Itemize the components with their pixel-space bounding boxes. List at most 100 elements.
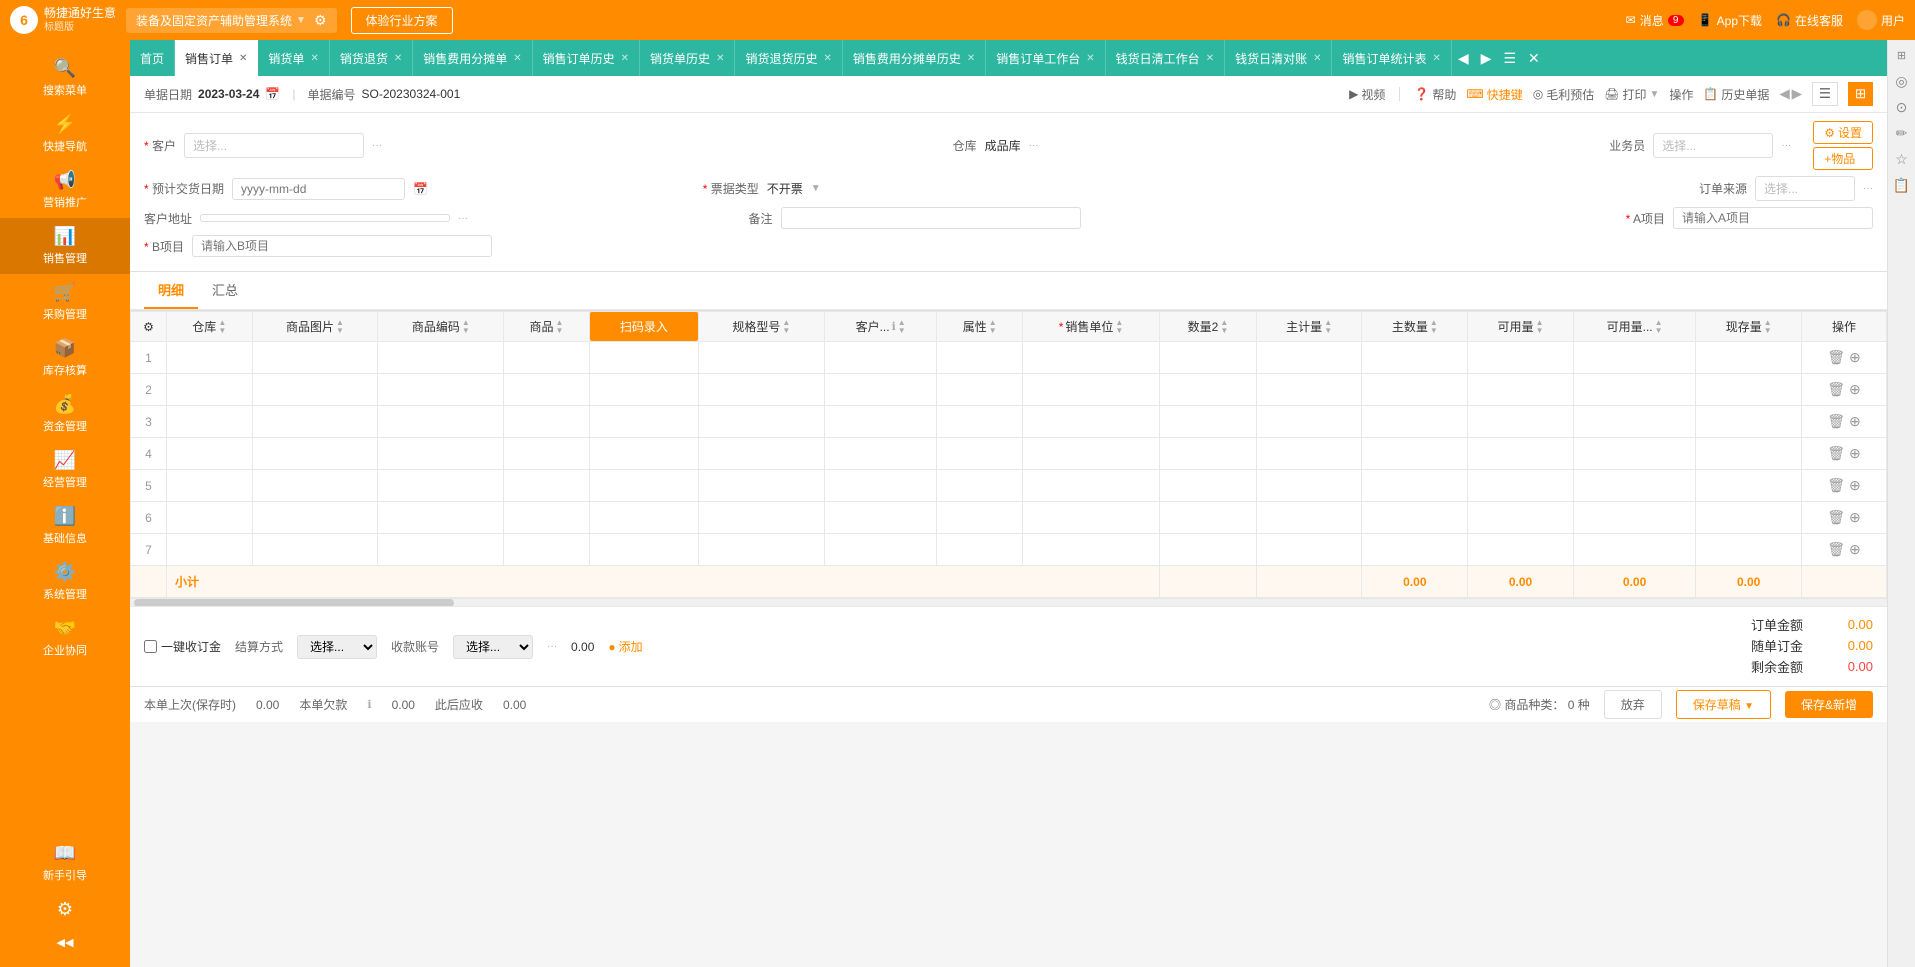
address-more[interactable]: ··· (458, 213, 468, 224)
tab-sales-order[interactable]: 销售订单 ✕ (175, 40, 258, 76)
tab-reconcile[interactable]: 钱货日清对账 ✕ (1225, 40, 1332, 76)
account-more[interactable]: ··· (547, 641, 557, 652)
panel-btn-3[interactable]: ⊙ (1891, 96, 1913, 118)
delete-icon[interactable]: 🗑 (1827, 413, 1845, 430)
order-source-input[interactable]: 选择... (1755, 176, 1855, 201)
sidebar-item-inventory[interactable]: 📦 库存核算 (0, 330, 130, 386)
tab-menu-button[interactable]: ☰ (1497, 40, 1522, 76)
customer-more[interactable]: ··· (372, 140, 382, 151)
tab-slip-history[interactable]: 销货单历史 ✕ (640, 40, 735, 76)
next-record-button[interactable]: ▶ (1792, 86, 1802, 102)
panel-btn-2[interactable]: ◎ (1891, 70, 1913, 92)
operate-button[interactable]: 操作 (1669, 86, 1693, 103)
sidebar-item-operations[interactable]: 📈 经营管理 (0, 442, 130, 498)
tab-next-button[interactable]: ▶ (1475, 40, 1498, 76)
sort-icon[interactable]: ▲▼ (1764, 319, 1772, 335)
sidebar-item-purchase[interactable]: 🛒 采购管理 (0, 274, 130, 330)
tab-daily-clear[interactable]: 钱货日清工作台 ✕ (1106, 40, 1225, 76)
close-icon[interactable]: ✕ (823, 53, 831, 64)
sidebar-item-enterprise[interactable]: 🤝 企业协同 (0, 610, 130, 666)
close-icon[interactable]: ✕ (513, 53, 521, 64)
sort-icon[interactable]: ▲▼ (556, 319, 564, 335)
tab-expense-split[interactable]: 销售费用分摊单 ✕ (413, 40, 532, 76)
calendar-icon[interactable]: 📅 (265, 87, 280, 101)
tab-stats[interactable]: 销售订单统计表 ✕ (1332, 40, 1451, 76)
form-view-button[interactable]: ⊞ (1848, 82, 1873, 106)
panel-btn-1[interactable]: ⊞ (1891, 44, 1913, 66)
copy-icon[interactable]: ⊕ (1849, 381, 1861, 398)
online-service-button[interactable]: 🎧 在线客服 (1776, 12, 1843, 29)
panel-btn-4[interactable]: ✏ (1891, 122, 1913, 144)
sort-icon[interactable]: ▲▼ (782, 319, 790, 335)
help-button[interactable]: ❓ 帮助 (1414, 86, 1456, 103)
panel-btn-5[interactable]: ☆ (1891, 148, 1913, 170)
view-button[interactable]: ▶ 视频 (1349, 86, 1385, 103)
tab-home[interactable]: 首页 (130, 40, 175, 76)
panel-btn-6[interactable]: 📋 (1891, 174, 1913, 196)
sidebar-item-marketing[interactable]: 📢 营销推广 (0, 162, 130, 218)
col-settings[interactable]: ⚙ (131, 312, 167, 342)
delivery-input[interactable] (232, 178, 405, 200)
close-icon[interactable]: ✕ (1433, 53, 1441, 64)
one-click-checkbox-input[interactable] (144, 640, 157, 653)
tab-return-history[interactable]: 销货退货历史 ✕ (735, 40, 842, 76)
shortcut-button[interactable]: ⌨ 快捷键 (1466, 86, 1522, 103)
copy-icon[interactable]: ⊕ (1849, 413, 1861, 430)
sidebar-collapse-button[interactable]: ◀◀ (0, 928, 130, 957)
a-project-input[interactable] (1673, 207, 1873, 229)
tab-workbench[interactable]: 销售订单工作台 ✕ (986, 40, 1105, 76)
settings-icon[interactable]: ⚙ (314, 12, 327, 29)
copy-icon[interactable]: ⊕ (1849, 509, 1861, 526)
close-icon[interactable]: ✕ (1206, 53, 1214, 64)
sort-icon[interactable]: ▲▼ (218, 319, 226, 335)
copy-icon[interactable]: ⊕ (1849, 445, 1861, 462)
staff-more[interactable]: ··· (1781, 140, 1791, 151)
message-button[interactable]: ✉ 消息 9 (1626, 12, 1684, 29)
sort-icon[interactable]: ▲▼ (1430, 319, 1438, 335)
remark-input[interactable] (781, 207, 1081, 229)
delivery-calendar-icon[interactable]: 📅 (413, 182, 428, 196)
address-input[interactable] (200, 214, 450, 222)
sort-icon[interactable]: ▲▼ (462, 319, 470, 335)
sort-icon[interactable]: ▲▼ (1655, 319, 1663, 335)
system-title[interactable]: 装备及固定资产辅助管理系统 ▼ ⚙ (126, 8, 336, 33)
close-icon[interactable]: ✕ (310, 53, 318, 64)
tab-order-history[interactable]: 销售订单历史 ✕ (533, 40, 640, 76)
sidebar-item-system[interactable]: ⚙️ 系统管理 (0, 554, 130, 610)
sidebar-item-finance[interactable]: 💰 资金管理 (0, 386, 130, 442)
sidebar-item-search[interactable]: 🔍 搜索菜单 (0, 50, 130, 106)
draft-dropdown-arrow[interactable]: ▼ (1744, 701, 1754, 712)
save-new-button[interactable]: 保存&新增 (1785, 691, 1873, 718)
sort-icon[interactable]: ▲▼ (336, 319, 344, 335)
sort-icon[interactable]: ▲▼ (1324, 319, 1332, 335)
tab-close-all-button[interactable]: ✕ (1522, 40, 1546, 76)
close-icon[interactable]: ✕ (239, 53, 247, 64)
delete-icon[interactable]: 🗑 (1827, 381, 1845, 398)
customer-input[interactable]: 选择... (184, 133, 364, 158)
close-icon[interactable]: ✕ (1313, 53, 1321, 64)
discard-button[interactable]: 放弃 (1604, 690, 1662, 719)
tab-summary[interactable]: 汇总 (198, 272, 252, 309)
info-icon2[interactable]: ℹ (367, 698, 371, 711)
close-icon[interactable]: ✕ (394, 53, 402, 64)
tab-sales-slip[interactable]: 销货单 ✕ (258, 40, 329, 76)
history-button[interactable]: 📋 历史单据 (1703, 86, 1769, 103)
sidebar-item-newguide[interactable]: 📖 新手引导 (0, 835, 130, 891)
sidebar-item-settings[interactable]: ⚙ (0, 891, 130, 928)
profit-button[interactable]: ◎ 毛利预估 (1533, 86, 1595, 103)
app-download-button[interactable]: 📱 App下载 (1698, 12, 1762, 29)
one-click-checkbox[interactable]: 一键收订金 (144, 638, 221, 655)
prev-record-button[interactable]: ◀ (1779, 86, 1789, 102)
save-draft-button[interactable]: 保存草稿 ▼ (1676, 690, 1771, 719)
list-view-button[interactable]: ☰ (1812, 82, 1838, 106)
sort-icon[interactable]: ▲▼ (898, 319, 906, 335)
warehouse-more[interactable]: ··· (1029, 140, 1039, 151)
copy-icon[interactable]: ⊕ (1849, 477, 1861, 494)
tab-expense-history[interactable]: 销售费用分摊单历史 ✕ (843, 40, 986, 76)
settings-btn[interactable]: ⚙ 设置 (1813, 121, 1873, 144)
horizontal-scrollbar[interactable] (130, 598, 1887, 606)
delete-icon[interactable]: 🗑 (1827, 477, 1845, 494)
solution-button[interactable]: 体验行业方案 (351, 7, 453, 34)
tab-prev-button[interactable]: ◀ (1452, 40, 1475, 76)
add-goods-btn[interactable]: +物品 (1813, 147, 1873, 170)
